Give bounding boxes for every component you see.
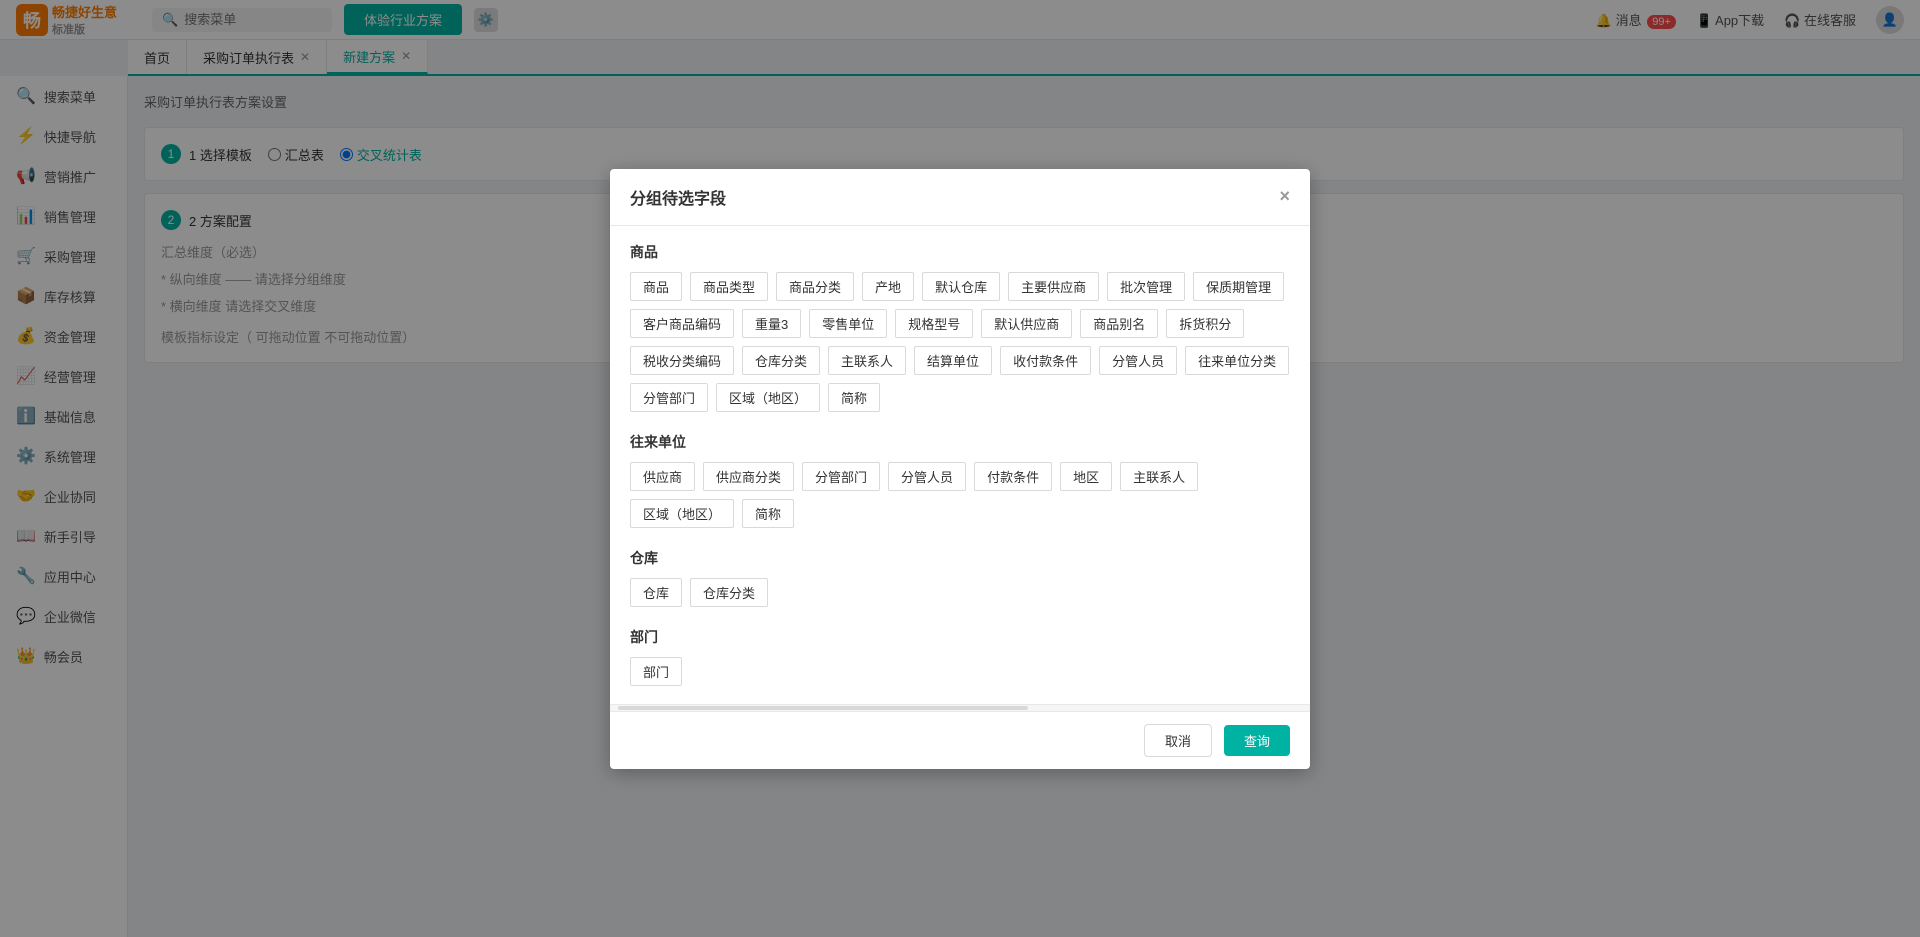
tag-warehouse-cat[interactable]: 仓库分类 bbox=[690, 578, 768, 607]
section-goods: 商品 商品 商品类型 商品分类 产地 默认仓库 主要供应商 批次管理 保质期管理… bbox=[630, 242, 1290, 412]
tag-main-contact[interactable]: 主联系人 bbox=[828, 346, 906, 375]
tag-goods[interactable]: 商品 bbox=[630, 272, 682, 301]
goods-tags: 商品 商品类型 商品分类 产地 默认仓库 主要供应商 批次管理 保质期管理 客户… bbox=[630, 272, 1290, 412]
tag-split-points[interactable]: 拆货积分 bbox=[1166, 309, 1244, 338]
dept-tags: 部门 bbox=[630, 657, 1290, 686]
modal-title: 分组待选字段 bbox=[630, 185, 726, 209]
section-partner: 往来单位 供应商 供应商分类 分管部门 分管人员 付款条件 地区 主联系人 区域… bbox=[630, 432, 1290, 528]
tag-main-contact-partner[interactable]: 主联系人 bbox=[1120, 462, 1198, 491]
tag-department[interactable]: 部门 bbox=[630, 657, 682, 686]
modal-footer: 取消 查询 bbox=[610, 711, 1310, 769]
partner-tags: 供应商 供应商分类 分管部门 分管人员 付款条件 地区 主联系人 区域（地区） … bbox=[630, 462, 1290, 528]
tag-abbr-partner[interactable]: 简称 bbox=[742, 499, 794, 528]
warehouse-tags: 仓库 仓库分类 bbox=[630, 578, 1290, 607]
field-select-modal: 分组待选字段 × 商品 商品 商品类型 商品分类 产地 默认仓库 主要供应商 批… bbox=[610, 169, 1310, 769]
modal-body: 商品 商品 商品类型 商品分类 产地 默认仓库 主要供应商 批次管理 保质期管理… bbox=[610, 226, 1310, 705]
tag-supplier-category[interactable]: 供应商分类 bbox=[703, 462, 794, 491]
tag-spec-model[interactable]: 规格型号 bbox=[895, 309, 973, 338]
tag-shelf-life[interactable]: 保质期管理 bbox=[1193, 272, 1284, 301]
tag-batch-manage[interactable]: 批次管理 bbox=[1107, 272, 1185, 301]
hscroll-bar bbox=[618, 706, 1028, 710]
tag-warehouse[interactable]: 仓库 bbox=[630, 578, 682, 607]
tag-region-goods[interactable]: 区域（地区） bbox=[716, 383, 820, 412]
tag-main-supplier[interactable]: 主要供应商 bbox=[1008, 272, 1099, 301]
tag-weight3[interactable]: 重量3 bbox=[742, 309, 801, 338]
tag-manage-person[interactable]: 分管人员 bbox=[888, 462, 966, 491]
tag-partner-category[interactable]: 往来单位分类 bbox=[1185, 346, 1289, 375]
tag-payment-cond[interactable]: 付款条件 bbox=[974, 462, 1052, 491]
tag-default-warehouse[interactable]: 默认仓库 bbox=[922, 272, 1000, 301]
section-goods-title: 商品 bbox=[630, 242, 1290, 262]
section-warehouse: 仓库 仓库 仓库分类 bbox=[630, 548, 1290, 607]
tag-goods-type[interactable]: 商品类型 bbox=[690, 272, 768, 301]
tag-manage-dept[interactable]: 分管部门 bbox=[802, 462, 880, 491]
section-dept-title: 部门 bbox=[630, 627, 1290, 647]
tag-region-partner[interactable]: 区域（地区） bbox=[630, 499, 734, 528]
tag-default-supplier[interactable]: 默认供应商 bbox=[981, 309, 1072, 338]
tag-payment-terms[interactable]: 收付款条件 bbox=[1000, 346, 1091, 375]
tag-goods-alias[interactable]: 商品别名 bbox=[1080, 309, 1158, 338]
tag-tax-code[interactable]: 税收分类编码 bbox=[630, 346, 734, 375]
tag-abbr-goods[interactable]: 简称 bbox=[828, 383, 880, 412]
tag-settlement-unit[interactable]: 结算单位 bbox=[914, 346, 992, 375]
modal-header: 分组待选字段 × bbox=[610, 169, 1310, 226]
tag-supplier[interactable]: 供应商 bbox=[630, 462, 695, 491]
modal-close-btn[interactable]: × bbox=[1279, 186, 1290, 207]
section-partner-title: 往来单位 bbox=[630, 432, 1290, 452]
tag-manager[interactable]: 分管人员 bbox=[1099, 346, 1177, 375]
tag-warehouse-category[interactable]: 仓库分类 bbox=[742, 346, 820, 375]
section-warehouse-title: 仓库 bbox=[630, 548, 1290, 568]
section-department: 部门 部门 bbox=[630, 627, 1290, 686]
tag-dept[interactable]: 分管部门 bbox=[630, 383, 708, 412]
tag-customer-sku[interactable]: 客户商品编码 bbox=[630, 309, 734, 338]
tag-area[interactable]: 地区 bbox=[1060, 462, 1112, 491]
tag-origin[interactable]: 产地 bbox=[862, 272, 914, 301]
tag-retail-unit[interactable]: 零售单位 bbox=[809, 309, 887, 338]
tag-goods-category[interactable]: 商品分类 bbox=[776, 272, 854, 301]
modal-overlay: 分组待选字段 × 商品 商品 商品类型 商品分类 产地 默认仓库 主要供应商 批… bbox=[0, 0, 1920, 937]
cancel-button[interactable]: 取消 bbox=[1144, 724, 1212, 757]
confirm-button[interactable]: 查询 bbox=[1224, 725, 1290, 756]
